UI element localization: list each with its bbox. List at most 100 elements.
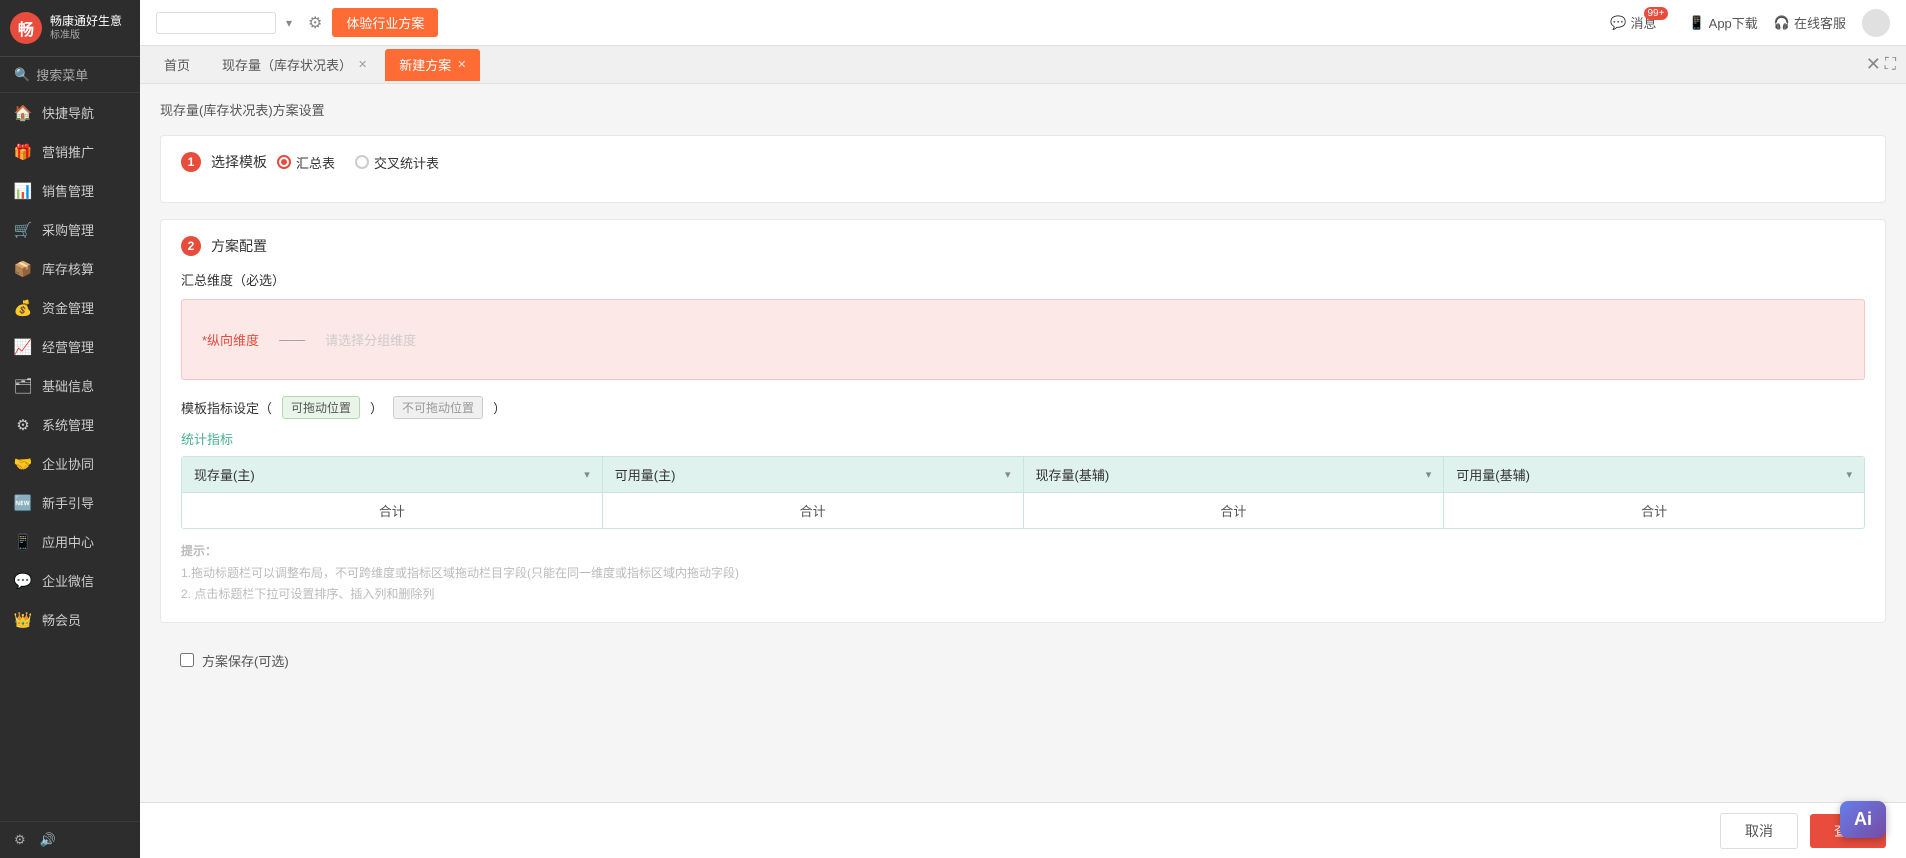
step2-num: 2 — [181, 236, 201, 256]
main-area: ▾ ⚙ 体验行业方案 💬 消息 99+ 📱 App下载 🎧 在线客服 首页 — [140, 0, 1906, 858]
col-arrow-2[interactable]: ▾ — [1426, 468, 1432, 481]
stat-col-3: 可用量(基辅) ▾ — [1444, 457, 1864, 492]
logo-text: 畅康通好生意 标准版 — [50, 14, 122, 43]
sidebar-item-system[interactable]: ⚙ 系统管理 — [0, 405, 140, 444]
phone-icon: 📱 — [1688, 15, 1704, 31]
indicator-settings: 模板指标设定（ 可拖动位置 ） 不可拖动位置 ） — [181, 396, 1865, 419]
statistics-section: 统计指标 现存量(主) ▾ 可用量(主) ▾ — [181, 429, 1865, 529]
save-checkbox[interactable] — [180, 653, 194, 667]
fixed-badge: 不可拖动位置 — [393, 396, 483, 419]
step1-title: 选择模板 — [211, 152, 267, 172]
save-label: 方案保存(可选) — [202, 651, 289, 670]
radio-summary-circle — [277, 155, 291, 169]
stat-cell-0: 合计 — [182, 493, 603, 528]
stat-col-0: 现存量(主) ▾ — [182, 457, 603, 492]
col-arrow-3[interactable]: ▾ — [1846, 468, 1852, 481]
topbar-avatar[interactable] — [1862, 9, 1890, 37]
radio-crosstab[interactable]: 交叉统计表 — [355, 153, 439, 172]
topbar-left: ▾ ⚙ 体验行业方案 — [156, 8, 1598, 37]
step1-num: 1 — [181, 152, 201, 172]
message-badge: 99+ — [1644, 7, 1669, 20]
sidebar-item-inventory[interactable]: 📦 库存核算 — [0, 249, 140, 288]
ai-badge[interactable]: Ai — [1840, 801, 1886, 838]
topbar-message[interactable]: 💬 消息 99+ — [1610, 13, 1656, 32]
panel-close-icon[interactable]: ✕ — [1866, 54, 1881, 75]
sidebar-logo: 畅 畅康通好生意 标准版 — [0, 0, 140, 57]
movable-badge: 可拖动位置 — [282, 396, 360, 419]
radio-crosstab-circle — [355, 155, 369, 169]
stat-table-header: 现存量(主) ▾ 可用量(主) ▾ 现存量(基辅) ▾ — [182, 457, 1864, 492]
topbar-search-input[interactable] — [156, 12, 276, 34]
sidebar-item-basic-info[interactable]: 🗂 基础信息 — [0, 366, 140, 405]
stat-title: 统计指标 — [181, 429, 1865, 448]
sidebar-item-operations[interactable]: 📈 经营管理 — [0, 327, 140, 366]
home-icon: 🏠 — [14, 104, 32, 122]
topbar-gear-icon[interactable]: ⚙ — [308, 13, 322, 33]
tab-inventory-status[interactable]: 现存量（库存状况表） ✕ — [208, 49, 381, 81]
tab-new-plan[interactable]: 新建方案 ✕ — [385, 49, 480, 81]
stat-col-2: 现存量(基辅) ▾ — [1024, 457, 1445, 492]
cancel-button[interactable]: 取消 — [1720, 813, 1798, 849]
topbar-online-service[interactable]: 🎧 在线客服 — [1774, 13, 1846, 32]
sidebar-footer: ⚙ 🔊 — [0, 821, 140, 858]
dimension-dash: —— — [279, 332, 305, 347]
sidebar-item-quick-nav[interactable]: 🏠 快捷导航 — [0, 93, 140, 132]
sidebar-item-cooperation[interactable]: 🤝 企业协同 — [0, 444, 140, 483]
crown-icon: 👑 — [14, 611, 32, 629]
topbar-app-download[interactable]: 📱 App下载 — [1688, 13, 1757, 32]
tab-home[interactable]: 首页 — [150, 49, 204, 81]
stat-table: 现存量(主) ▾ 可用量(主) ▾ 现存量(基辅) ▾ — [181, 456, 1865, 529]
sidebar-item-app-center[interactable]: 📱 应用中心 — [0, 522, 140, 561]
sidebar-item-marketing[interactable]: 🎁 营销推广 — [0, 132, 140, 171]
col-arrow-1[interactable]: ▾ — [1005, 468, 1011, 481]
tab-close-new-plan[interactable]: ✕ — [457, 58, 466, 71]
cart-icon: 🛒 — [14, 221, 32, 239]
sidebar-item-new-guide[interactable]: 🆕 新手引导 — [0, 483, 140, 522]
settings-icon: ⚙ — [14, 416, 32, 434]
sidebar-item-vip[interactable]: 👑 畅会员 — [0, 600, 140, 639]
dimension-row-label: *纵向维度 — [202, 330, 259, 349]
dimension-pink-area[interactable]: *纵向维度 —— 请选择分组维度 — [181, 299, 1865, 380]
content-area: 现存量(库存状况表)方案设置 1 选择模板 汇总表 — [140, 84, 1906, 802]
content-inner: 现存量(库存状况表)方案设置 1 选择模板 汇总表 — [140, 84, 1906, 698]
topbar-dropdown-icon[interactable]: ▾ — [286, 16, 292, 30]
sidebar-item-sales[interactable]: 📊 销售管理 — [0, 171, 140, 210]
trend-icon: 📈 — [14, 338, 32, 356]
col-arrow-0[interactable]: ▾ — [584, 468, 590, 481]
step2-title: 方案配置 — [211, 236, 267, 256]
topbar-right: 💬 消息 99+ 📱 App下载 🎧 在线客服 — [1610, 9, 1890, 37]
headset-icon: 🎧 — [1774, 15, 1790, 31]
footer-sound-icon[interactable]: 🔊 — [40, 832, 56, 848]
sidebar-item-purchase[interactable]: 🛒 采购管理 — [0, 210, 140, 249]
step1-header: 1 选择模板 汇总表 交叉统计表 — [181, 152, 1865, 172]
topbar: ▾ ⚙ 体验行业方案 💬 消息 99+ 📱 App下载 🎧 在线客服 — [140, 0, 1906, 46]
tabs-bar: 首页 现存量（库存状况表） ✕ 新建方案 ✕ ✕ ⛶ — [140, 46, 1906, 84]
sidebar-search[interactable]: 🔍 搜索菜单 — [0, 57, 140, 93]
step2-header: 2 方案配置 — [181, 236, 1865, 256]
stat-cell-2: 合计 — [1024, 493, 1445, 528]
folder-icon: 🗂 — [14, 377, 32, 395]
sidebar-nav: 🏠 快捷导航 🎁 营销推广 📊 销售管理 🛒 采购管理 📦 库存核算 💰 资金管… — [0, 93, 140, 821]
search-icon: 🔍 — [14, 67, 30, 83]
save-row: 方案保存(可选) — [160, 639, 1886, 682]
handshake-icon: 🤝 — [14, 455, 32, 473]
template-radio-group: 汇总表 交叉统计表 — [277, 153, 439, 172]
mobile-icon: 📱 — [14, 533, 32, 551]
logo-icon: 畅 — [10, 12, 42, 44]
panel-expand-icon[interactable]: ⛶ — [1885, 56, 1896, 74]
radio-summary[interactable]: 汇总表 — [277, 153, 335, 172]
indicator-settings-label: 模板指标设定（ 可拖动位置 ） 不可拖动位置 ） — [181, 396, 1865, 419]
stat-cell-3: 合计 — [1444, 493, 1864, 528]
tips-section: 提示： 1.拖动标题栏可以调整布局，不可跨维度或指标区域拖动栏目字段(只能在同一… — [181, 541, 1865, 606]
tab-close-inventory[interactable]: ✕ — [358, 58, 367, 71]
sidebar-item-finance[interactable]: 💰 资金管理 — [0, 288, 140, 327]
dimension-section-label: 汇总维度（必选） — [181, 270, 1865, 289]
sidebar-item-weixin[interactable]: 💬 企业微信 — [0, 561, 140, 600]
new-icon: 🆕 — [14, 494, 32, 512]
bottom-bar: 取消 查询 — [140, 802, 1906, 858]
stat-col-1: 可用量(主) ▾ — [603, 457, 1024, 492]
trial-button[interactable]: 体验行业方案 — [332, 8, 438, 37]
page-title: 现存量(库存状况表)方案设置 — [160, 100, 1886, 119]
footer-settings-icon[interactable]: ⚙ — [14, 832, 26, 848]
stat-table-row: 合计 合计 合计 合计 — [182, 492, 1864, 528]
